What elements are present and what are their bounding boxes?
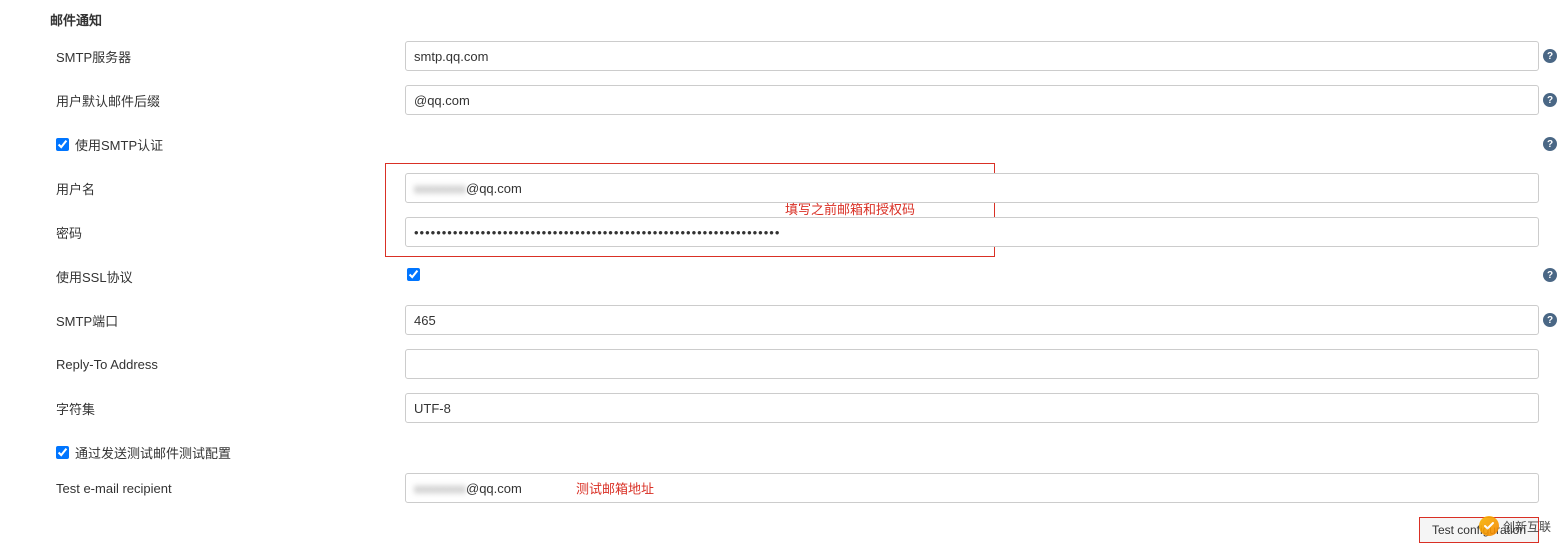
label-default-suffix: 用户默认邮件后缀 bbox=[50, 91, 405, 110]
password-input[interactable] bbox=[405, 217, 1539, 247]
username-suffix: @qq.com bbox=[466, 181, 522, 196]
row-test-send: 通过发送测试邮件测试配置 bbox=[50, 437, 1559, 467]
default-suffix-input[interactable] bbox=[405, 85, 1539, 115]
button-row: Test configuration bbox=[50, 517, 1559, 543]
label-username: 用户名 bbox=[50, 179, 405, 198]
test-recipient-suffix: @qq.com bbox=[466, 481, 522, 496]
row-default-suffix: 用户默认邮件后缀 ? bbox=[50, 85, 1559, 115]
row-charset: 字符集 bbox=[50, 393, 1559, 423]
label-test-send: 通过发送测试邮件测试配置 bbox=[75, 443, 231, 462]
help-icon[interactable]: ? bbox=[1543, 313, 1557, 327]
label-smtp-server: SMTP服务器 bbox=[50, 47, 405, 66]
test-recipient-input[interactable]: xxxxxxxx@qq.com 测试邮箱地址 bbox=[405, 473, 1539, 503]
row-password: 密码 bbox=[50, 217, 1559, 247]
label-use-ssl: 使用SSL协议 bbox=[50, 267, 405, 286]
smtp-port-input[interactable] bbox=[405, 305, 1539, 335]
use-ssl-checkbox[interactable] bbox=[407, 268, 420, 281]
label-test-recipient: Test e-mail recipient bbox=[50, 481, 405, 496]
watermark-text: 创新互联 bbox=[1503, 518, 1551, 535]
annotation-test-hint: 测试邮箱地址 bbox=[576, 479, 654, 498]
label-smtp-port: SMTP端口 bbox=[50, 311, 405, 330]
username-input[interactable]: xxxxxxxx@qq.com bbox=[405, 173, 1539, 203]
blurred-text: xxxxxxxx bbox=[414, 481, 466, 496]
help-icon[interactable]: ? bbox=[1543, 49, 1557, 63]
label-charset: 字符集 bbox=[50, 399, 405, 418]
row-smtp-port: SMTP端口 ? bbox=[50, 305, 1559, 335]
watermark-logo: 创新互联 bbox=[1479, 516, 1551, 536]
row-use-ssl: 使用SSL协议 ? bbox=[50, 261, 1559, 291]
help-icon[interactable]: ? bbox=[1543, 137, 1557, 151]
reply-to-input[interactable] bbox=[405, 349, 1539, 379]
row-smtp-server: SMTP服务器 ? bbox=[50, 41, 1559, 71]
help-icon[interactable]: ? bbox=[1543, 93, 1557, 107]
annotation-auth-hint: 填写之前邮箱和授权码 bbox=[785, 199, 915, 218]
use-smtp-auth-checkbox[interactable] bbox=[56, 138, 69, 151]
label-reply-to: Reply-To Address bbox=[50, 357, 405, 372]
test-send-checkbox[interactable] bbox=[56, 446, 69, 459]
row-test-recipient: Test e-mail recipient xxxxxxxx@qq.com 测试… bbox=[50, 473, 1559, 503]
section-title: 邮件通知 bbox=[50, 10, 1559, 29]
check-icon bbox=[1479, 516, 1499, 536]
row-use-smtp-auth: 使用SMTP认证 ? bbox=[50, 129, 1559, 159]
row-reply-to: Reply-To Address bbox=[50, 349, 1559, 379]
blurred-text: xxxxxxxx bbox=[414, 181, 466, 196]
label-password: 密码 bbox=[50, 223, 405, 242]
charset-input[interactable] bbox=[405, 393, 1539, 423]
help-icon[interactable]: ? bbox=[1543, 268, 1557, 282]
smtp-server-input[interactable] bbox=[405, 41, 1539, 71]
label-use-smtp-auth: 使用SMTP认证 bbox=[75, 135, 163, 154]
